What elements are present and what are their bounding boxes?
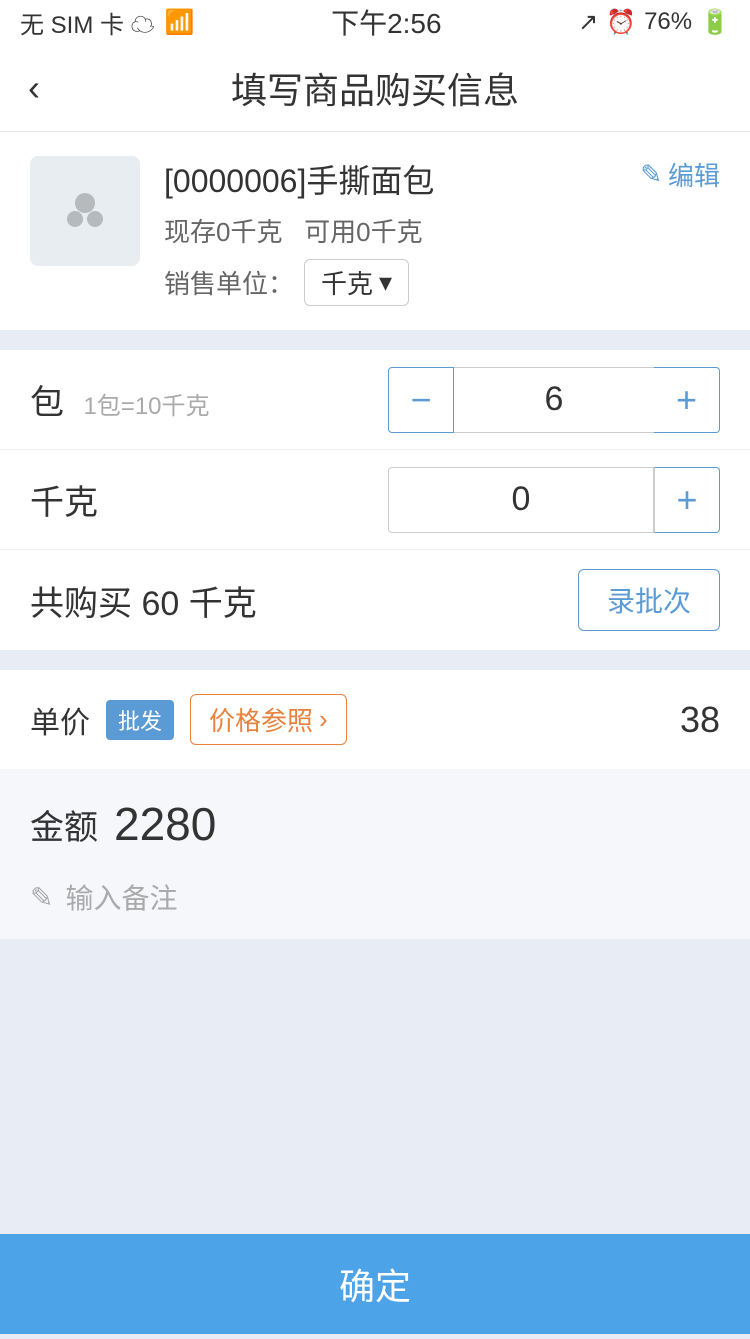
kg-input-row: 千克 + xyxy=(0,450,750,550)
bao-label: 包 1包=10千克 xyxy=(30,375,388,424)
product-card: [0000006]手撕面包 现存0千克 可用0千克 销售单位： 千克 ▾ ✎ 编… xyxy=(0,132,750,330)
chevron-right-icon: › xyxy=(319,704,328,735)
kg-qty-control: + xyxy=(388,467,720,533)
section-divider-2 xyxy=(0,650,750,670)
location-icon: ↗ xyxy=(578,8,598,37)
back-button[interactable]: ‹ xyxy=(28,67,40,109)
product-stock: 现存0千克 可用0千克 xyxy=(164,212,616,249)
total-label: 共购买 60 千克 xyxy=(30,576,257,625)
sim-label: 无 SIM 卡 ☁ xyxy=(20,5,155,40)
price-type-badge: 批发 xyxy=(106,700,174,740)
bao-sublabel: 1包=10千克 xyxy=(83,393,209,420)
price-label: 单价 xyxy=(30,698,90,742)
confirm-button[interactable]: 确定 xyxy=(0,1234,750,1334)
kg-increase-button[interactable]: + xyxy=(654,467,720,533)
nav-bar: ‹ 填写商品购买信息 xyxy=(0,44,750,132)
status-bar: 无 SIM 卡 ☁ 📶 下午2:56 ↗ ⏰ 76% 🔋 xyxy=(0,0,750,44)
kg-qty-input[interactable] xyxy=(388,467,654,533)
status-right: ↗ ⏰ 76% 🔋 xyxy=(578,8,730,37)
price-ref-label: 价格参照 xyxy=(209,701,313,738)
product-thumbnail xyxy=(30,156,140,266)
battery-label: 76% xyxy=(644,8,692,36)
price-section: 单价 批发 价格参照 › 38 xyxy=(0,670,750,769)
wifi-icon: 📶 xyxy=(165,8,195,37)
bao-input-row: 包 1包=10千克 − + xyxy=(0,350,750,450)
total-row: 共购买 60 千克 录批次 xyxy=(0,550,750,650)
edit-button[interactable]: ✎ 编辑 xyxy=(640,156,720,193)
bao-qty-control: − + xyxy=(388,367,720,433)
section-divider-1 xyxy=(0,330,750,350)
unit-selector[interactable]: 千克 ▾ xyxy=(304,259,409,306)
product-name: [0000006]手撕面包 xyxy=(164,156,616,202)
edit-icon: ✎ xyxy=(640,159,662,190)
amount-label: 金额 xyxy=(30,800,98,849)
amount-value: 2280 xyxy=(114,797,216,851)
kg-label: 千克 xyxy=(30,475,388,524)
product-unit: 销售单位： 千克 ▾ xyxy=(164,259,616,306)
alarm-icon: ⏰ xyxy=(606,8,636,37)
bao-qty-input[interactable] xyxy=(454,367,654,433)
input-section: 包 1包=10千克 − + 千克 + xyxy=(0,350,750,550)
product-logo-icon xyxy=(55,181,115,241)
amount-row: 金额 2280 xyxy=(30,797,720,851)
price-value: 38 xyxy=(680,699,720,741)
batch-button[interactable]: 录批次 xyxy=(578,569,720,631)
chevron-down-icon: ▾ xyxy=(379,267,392,298)
battery-icon: 🔋 xyxy=(700,8,730,37)
page-title: 填写商品购买信息 xyxy=(231,62,519,114)
bao-increase-button[interactable]: + xyxy=(654,367,720,433)
status-left: 无 SIM 卡 ☁ 📶 xyxy=(20,5,195,40)
price-reference-button[interactable]: 价格参照 › xyxy=(190,694,347,745)
product-info: [0000006]手撕面包 现存0千克 可用0千克 销售单位： 千克 ▾ xyxy=(164,156,616,306)
status-time: 下午2:56 xyxy=(331,2,442,42)
remark-placeholder: 输入备注 xyxy=(65,877,177,917)
bao-decrease-button[interactable]: − xyxy=(388,367,454,433)
amount-section: 金额 2280 ✎ 输入备注 xyxy=(0,769,750,939)
remark-row[interactable]: ✎ 输入备注 xyxy=(30,867,720,927)
remark-icon: ✎ xyxy=(30,881,53,914)
